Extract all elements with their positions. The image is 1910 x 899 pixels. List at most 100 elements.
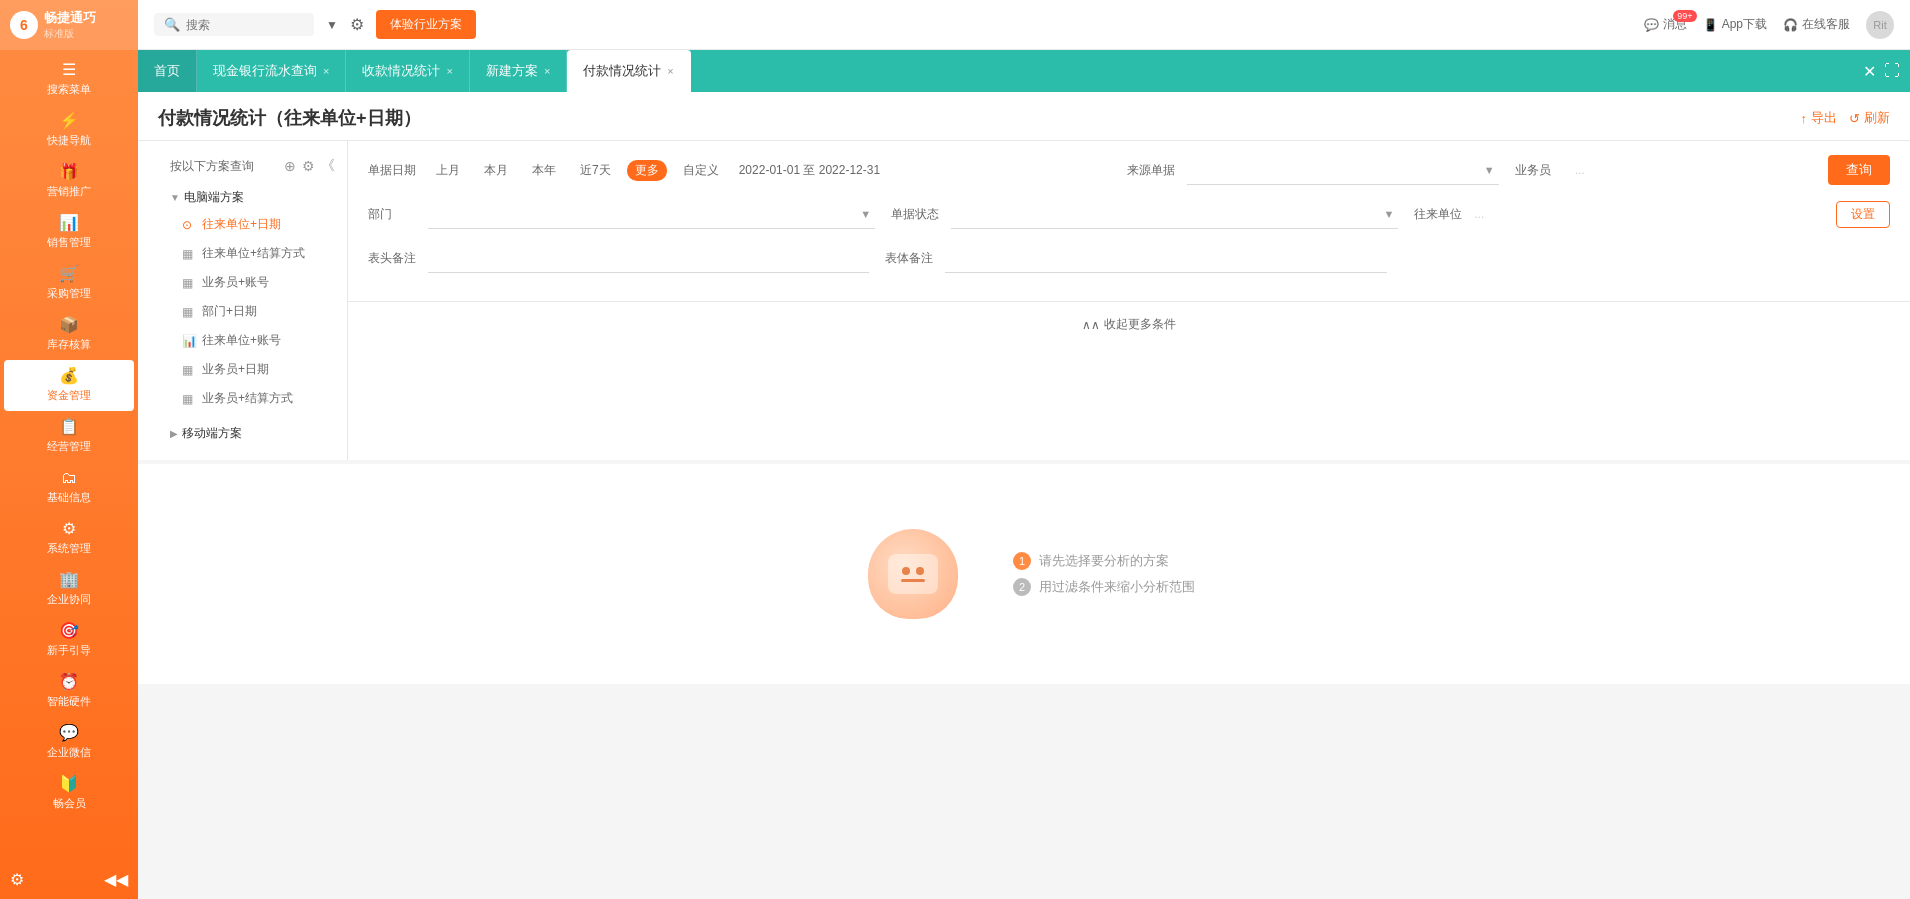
online-service-button[interactable]: 🎧 在线客服: [1783, 16, 1850, 33]
status-select[interactable]: ▼: [951, 199, 1398, 229]
collapse-sidebar-icon[interactable]: ◀◀: [104, 870, 128, 889]
filter-area: 按以下方案查询 ⊕ ⚙ 《 ▼ 电脑端方案 ⊙ 往来单位+日期: [138, 141, 1910, 460]
sidebar-item-wechat[interactable]: 💬 企业微信: [0, 717, 138, 768]
source-field: 来源单据 ▼: [1127, 155, 1499, 185]
settings-footer-icon[interactable]: ⚙: [10, 870, 24, 889]
status-label: 单据状态: [891, 206, 941, 223]
trial-button[interactable]: 体验行业方案: [376, 10, 476, 39]
header-dropdown-icon[interactable]: ▼: [326, 18, 338, 32]
phone-icon: 📱: [1703, 18, 1718, 32]
logo-text: 畅捷通巧 标准版: [44, 9, 96, 41]
tab-new-scheme[interactable]: 新建方案 ×: [470, 50, 567, 92]
sidebar-item-finance[interactable]: 💰 资金管理: [4, 360, 134, 411]
money-icon: 💰: [59, 368, 79, 384]
tab-payment-close[interactable]: ×: [667, 66, 673, 77]
mobile-scheme-title[interactable]: ▶ 移动端方案: [158, 421, 347, 446]
settings-scheme-icon[interactable]: ⚙: [302, 158, 315, 174]
hardware-icon: ⏰: [59, 674, 79, 690]
scheme-item-staff-account[interactable]: ▦ 业务员+账号: [158, 268, 347, 297]
settings-button[interactable]: 设置: [1836, 201, 1890, 228]
sidebar-item-operation[interactable]: 📋 经营管理: [0, 411, 138, 462]
tab-new-scheme-close[interactable]: ×: [544, 66, 550, 77]
date-btn-last-month[interactable]: 上月: [428, 160, 468, 181]
date-btn-custom[interactable]: 自定义: [675, 160, 727, 181]
mobile-arrow-icon: ▶: [170, 428, 178, 439]
body-note-label: 表体备注: [885, 250, 935, 267]
scheme-item-staff-date[interactable]: ▦ 业务员+日期: [158, 355, 347, 384]
robot-body: [868, 529, 958, 619]
robot-eye-right: [916, 567, 924, 575]
head-note-input[interactable]: [428, 243, 869, 273]
scheme-item-unit-settle[interactable]: ▦ 往来单位+结算方式: [158, 239, 347, 268]
tab-new-scheme-label: 新建方案: [486, 62, 538, 80]
export-button[interactable]: ↑ 导出: [1801, 109, 1838, 127]
dept-select[interactable]: ▼: [428, 199, 875, 229]
tab-payment[interactable]: 付款情况统计 ×: [567, 50, 690, 92]
collapse-scheme-icon[interactable]: 《: [321, 157, 335, 175]
sidebar-item-purchase[interactable]: 🛒 采购管理: [0, 258, 138, 309]
tab-receipt-close[interactable]: ×: [446, 66, 452, 77]
sidebar-item-search[interactable]: ☰ 搜索菜单: [0, 54, 138, 105]
sidebar-item-basic[interactable]: 🗂 基础信息: [0, 462, 138, 513]
sidebar-item-hardware[interactable]: ⏰ 智能硬件: [0, 666, 138, 717]
scheme-item-dept-date[interactable]: ▦ 部门+日期: [158, 297, 347, 326]
sidebar-item-member[interactable]: 🔰 畅会员: [0, 768, 138, 819]
source-label: 来源单据: [1127, 162, 1177, 179]
body-note-input[interactable]: [945, 243, 1386, 273]
collapse-button[interactable]: ∧∧ 收起更多条件: [1070, 312, 1188, 337]
date-btn-this-month[interactable]: 本月: [476, 160, 516, 181]
date-btn-this-year[interactable]: 本年: [524, 160, 564, 181]
sidebar-item-shortcut[interactable]: ⚡ 快捷导航: [0, 105, 138, 156]
sidebar-item-guide[interactable]: 🎯 新手引导: [0, 615, 138, 666]
tab-close-all-icon[interactable]: ✕: [1863, 62, 1876, 81]
add-scheme-icon[interactable]: ⊕: [284, 158, 296, 174]
source-select[interactable]: ▼: [1187, 155, 1499, 185]
messages-button[interactable]: 💬 消息 99+: [1644, 16, 1687, 33]
search-input[interactable]: [186, 18, 296, 32]
sidebar-item-sales[interactable]: 📊 销售管理: [0, 207, 138, 258]
date-btn-7days[interactable]: 近7天: [572, 160, 619, 181]
tabs-right-actions: ✕ ⛶: [1853, 50, 1910, 92]
gear-icon: ⚙: [62, 521, 76, 537]
header-settings-icon[interactable]: ⚙: [350, 15, 364, 34]
scheme-icon-dept-date: ▦: [182, 305, 196, 319]
header-search-box: 🔍: [154, 13, 314, 36]
sidebar-item-enterprise[interactable]: 🏢 企业协同: [0, 564, 138, 615]
desktop-scheme-group: ▼ 电脑端方案 ⊙ 往来单位+日期 ▦ 往来单位+结算方式 ▦ 业务员+账号: [158, 181, 347, 417]
message-badge: 99+: [1673, 10, 1696, 22]
cart-icon: 🛒: [59, 266, 79, 282]
date-options-row: 上月 本月 本年 近7天 更多 自定义 2022-01-01 至 2022-12…: [428, 160, 880, 181]
sidebar-logo: 6 畅捷通巧 标准版: [0, 0, 138, 50]
app-download-button[interactable]: 📱 App下载: [1703, 16, 1767, 33]
tab-bank-close[interactable]: ×: [323, 66, 329, 77]
date-field: 单据日期 上月 本月 本年 近7天 更多 自定义 2022-01-01 至 20…: [368, 160, 1111, 181]
member-icon: 🔰: [59, 776, 79, 792]
tab-expand-icon[interactable]: ⛶: [1884, 62, 1900, 80]
tab-receipt[interactable]: 收款情况统计 ×: [346, 50, 469, 92]
filter-row-2: 部门 ▼ 单据状态 ▼: [368, 199, 1890, 229]
sidebar-item-system[interactable]: ⚙ 系统管理: [0, 513, 138, 564]
user-avatar[interactable]: Rit: [1866, 11, 1894, 39]
filter-row-1: 单据日期 上月 本月 本年 近7天 更多 自定义 2022-01-01 至 20…: [368, 155, 1890, 185]
head-note-field: 表头备注: [368, 243, 869, 273]
filter-row-3: 表头备注 表体备注: [368, 243, 1890, 273]
refresh-button[interactable]: ↺ 刷新: [1849, 109, 1890, 127]
tab-bank[interactable]: 现金银行流水查询 ×: [197, 50, 346, 92]
tab-home[interactable]: 首页: [138, 50, 197, 92]
sidebar-item-marketing[interactable]: 🎁 营销推广: [0, 156, 138, 207]
page-actions: ↑ 导出 ↺ 刷新: [1801, 109, 1891, 127]
dept-field: 部门 ▼: [368, 199, 875, 229]
date-btn-more[interactable]: 更多: [627, 160, 667, 181]
partner-field: 往来单位 ...: [1414, 206, 1820, 223]
page-title: 付款情况统计（往来单位+日期）: [158, 106, 421, 130]
scheme-item-unit-account[interactable]: 📊 往来单位+账号: [158, 326, 347, 355]
partner-label: 往来单位: [1414, 206, 1464, 223]
page-header-section: 付款情况统计（往来单位+日期） ↑ 导出 ↺ 刷新: [138, 92, 1910, 141]
scheme-item-staff-settle[interactable]: ▦ 业务员+结算方式: [158, 384, 347, 413]
desktop-scheme-title[interactable]: ▼ 电脑端方案: [158, 185, 347, 210]
empty-tip-2: 2 用过滤条件来缩小分析范围: [1013, 578, 1195, 596]
sidebar-item-inventory[interactable]: 📦 库存核算: [0, 309, 138, 360]
scheme-item-unit-date[interactable]: ⊙ 往来单位+日期: [158, 210, 347, 239]
top-header: 🔍 ▼ ⚙ 体验行业方案 💬 消息 99+ 📱 App下载 🎧 在线客服 Rit: [138, 0, 1910, 50]
query-button[interactable]: 查询: [1828, 155, 1890, 185]
